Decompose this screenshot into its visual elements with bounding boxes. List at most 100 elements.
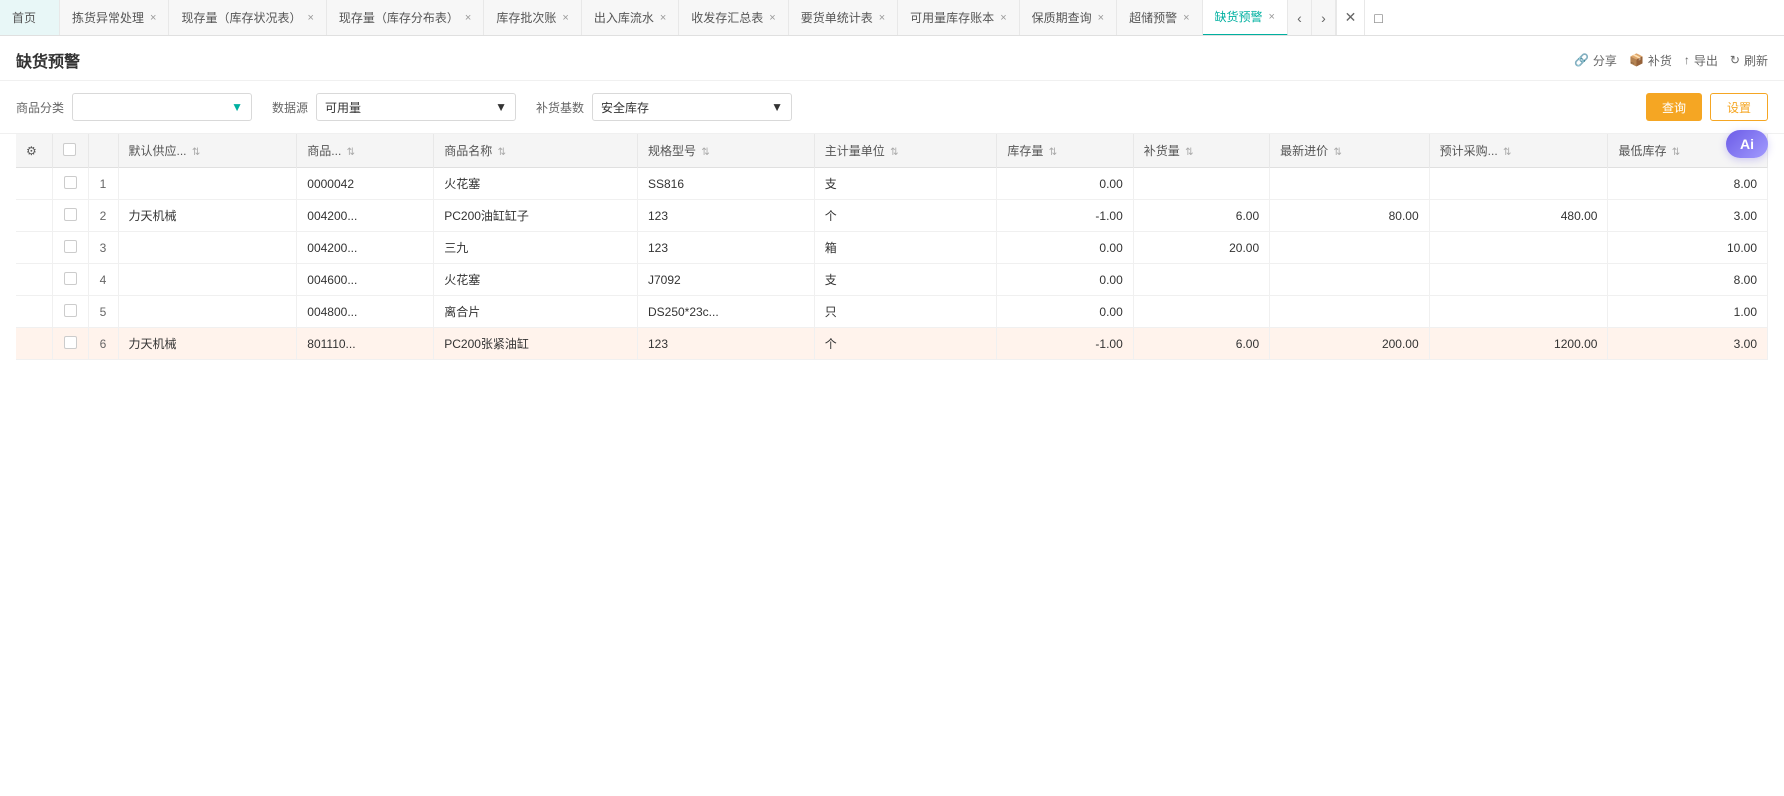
- category-filter-group: 商品分类 ▼: [16, 93, 252, 121]
- row-checkbox[interactable]: [64, 304, 77, 317]
- tab-expiry[interactable]: 保质期查询 ×: [1020, 0, 1117, 36]
- table-row: 5 004800... 离合片 DS250*23c... 只 0.00 1.00: [16, 296, 1768, 328]
- col-product-code[interactable]: 商品... ⇅: [297, 134, 434, 168]
- row-gear-cell: [16, 232, 52, 264]
- row-product-name: 三九: [434, 232, 638, 264]
- row-number: 5: [88, 296, 118, 328]
- row-estimated-purchase: [1429, 296, 1608, 328]
- tab-abnormal[interactable]: 拣货异常处理 ×: [60, 0, 169, 36]
- row-spec: 123: [637, 232, 814, 264]
- row-checkbox[interactable]: [64, 272, 77, 285]
- row-checkbox-cell: [52, 200, 88, 232]
- sort-price-icon: ⇅: [1334, 147, 1342, 158]
- col-unit[interactable]: 主计量单位 ⇅: [814, 134, 997, 168]
- col-replenish[interactable]: 补货量 ⇅: [1133, 134, 1269, 168]
- refresh-action[interactable]: ↻ 刷新: [1730, 52, 1768, 69]
- tab-stock-status[interactable]: 现存量（库存状况表） ×: [169, 0, 326, 36]
- select-all-checkbox[interactable]: [63, 143, 76, 156]
- row-gear-cell: [16, 200, 52, 232]
- row-number: 3: [88, 232, 118, 264]
- tab-close-all-btn[interactable]: ✕: [1336, 0, 1364, 36]
- datasource-label: 数据源: [272, 99, 308, 116]
- row-replenish: [1133, 264, 1269, 296]
- tab-maximize-btn[interactable]: □: [1364, 0, 1392, 36]
- table-header-row: ⚙ 默认供应... ⇅ 商品... ⇅ 商品名称: [16, 134, 1768, 168]
- tab-close-collect[interactable]: ×: [769, 12, 775, 24]
- row-number: 4: [88, 264, 118, 296]
- row-gear-cell: [16, 296, 52, 328]
- row-spec: J7092: [637, 264, 814, 296]
- row-product-code: 004200...: [297, 232, 434, 264]
- replenish-base-select[interactable]: 安全库存 ▼: [592, 93, 792, 121]
- row-min-stock: 3.00: [1608, 200, 1768, 232]
- col-product-name[interactable]: 商品名称 ⇅: [434, 134, 638, 168]
- row-latest-price: [1270, 168, 1430, 200]
- share-action[interactable]: 🔗 分享: [1574, 52, 1617, 69]
- category-select[interactable]: ▼: [72, 93, 252, 121]
- row-spec: DS250*23c...: [637, 296, 814, 328]
- tab-available[interactable]: 可用量库存账本 ×: [898, 0, 1019, 36]
- setting-button[interactable]: 设置: [1710, 93, 1768, 121]
- col-latest-price[interactable]: 最新进价 ⇅: [1270, 134, 1430, 168]
- datasource-select[interactable]: 可用量 ▼: [316, 93, 516, 121]
- data-table: ⚙ 默认供应... ⇅ 商品... ⇅ 商品名称: [16, 134, 1768, 360]
- tab-inout[interactable]: 出入库流水 ×: [582, 0, 679, 36]
- row-supplier: [118, 264, 297, 296]
- tab-close-inout[interactable]: ×: [660, 12, 666, 24]
- row-stock: -1.00: [997, 200, 1133, 232]
- col-spec[interactable]: 规格型号 ⇅: [637, 134, 814, 168]
- category-label: 商品分类: [16, 99, 64, 116]
- row-supplier: 力天机械: [118, 328, 297, 360]
- row-checkbox[interactable]: [64, 176, 77, 189]
- tab-stock-dist[interactable]: 现存量（库存分布表） ×: [327, 0, 484, 36]
- row-stock: 0.00: [997, 232, 1133, 264]
- row-latest-price: 200.00: [1270, 328, 1430, 360]
- row-min-stock: 3.00: [1608, 328, 1768, 360]
- tab-collect[interactable]: 收发存汇总表 ×: [679, 0, 788, 36]
- gear-icon[interactable]: ⚙: [26, 144, 37, 158]
- row-checkbox[interactable]: [64, 240, 77, 253]
- row-replenish: [1133, 168, 1269, 200]
- row-checkbox[interactable]: [64, 336, 77, 349]
- tab-overstock[interactable]: 超储预警 ×: [1117, 0, 1202, 36]
- replenish-base-filter-group: 补货基数 安全库存 ▼: [536, 93, 792, 121]
- tab-close-stock-dist[interactable]: ×: [465, 12, 471, 24]
- row-supplier: [118, 232, 297, 264]
- row-unit: 支: [814, 168, 997, 200]
- tab-close-shortage[interactable]: ×: [1269, 11, 1275, 23]
- row-checkbox-cell: [52, 232, 88, 264]
- col-stock[interactable]: 库存量 ⇅: [997, 134, 1133, 168]
- tab-close-stock-status[interactable]: ×: [307, 12, 313, 24]
- row-number: 2: [88, 200, 118, 232]
- row-latest-price: [1270, 232, 1430, 264]
- tab-shortage[interactable]: 缺货预警 ×: [1203, 0, 1288, 36]
- row-product-code: 004800...: [297, 296, 434, 328]
- row-estimated-purchase: 1200.00: [1429, 328, 1608, 360]
- col-estimated-purchase[interactable]: 预计采购... ⇅: [1429, 134, 1608, 168]
- tab-close-overstock[interactable]: ×: [1183, 12, 1189, 24]
- row-replenish: [1133, 296, 1269, 328]
- col-supplier[interactable]: 默认供应... ⇅: [118, 134, 297, 168]
- ai-badge[interactable]: Ai: [1726, 130, 1768, 158]
- query-button[interactable]: 查询: [1646, 93, 1702, 121]
- row-latest-price: [1270, 296, 1430, 328]
- tab-demand[interactable]: 要货单统计表 ×: [789, 0, 898, 36]
- export-action[interactable]: ↑ 导出: [1684, 52, 1718, 69]
- datasource-value: 可用量: [325, 99, 361, 116]
- tab-close-expiry[interactable]: ×: [1098, 12, 1104, 24]
- tab-close-batch[interactable]: ×: [562, 12, 568, 24]
- tab-close-demand[interactable]: ×: [879, 12, 885, 24]
- tab-close-available[interactable]: ×: [1000, 12, 1006, 24]
- row-checkbox[interactable]: [64, 208, 77, 221]
- replenish-base-value: 安全库存: [601, 99, 649, 116]
- tab-next-btn[interactable]: ›: [1312, 0, 1336, 36]
- tab-batch[interactable]: 库存批次账 ×: [484, 0, 581, 36]
- tab-prev-btn[interactable]: ‹: [1288, 0, 1312, 36]
- row-checkbox-cell: [52, 168, 88, 200]
- row-product-code: 004200...: [297, 200, 434, 232]
- row-latest-price: 80.00: [1270, 200, 1430, 232]
- tab-home[interactable]: 首页: [0, 0, 60, 36]
- tab-close-abnormal[interactable]: ×: [150, 12, 156, 24]
- row-product-name: 离合片: [434, 296, 638, 328]
- replenish-action[interactable]: 📦 补货: [1629, 52, 1672, 69]
